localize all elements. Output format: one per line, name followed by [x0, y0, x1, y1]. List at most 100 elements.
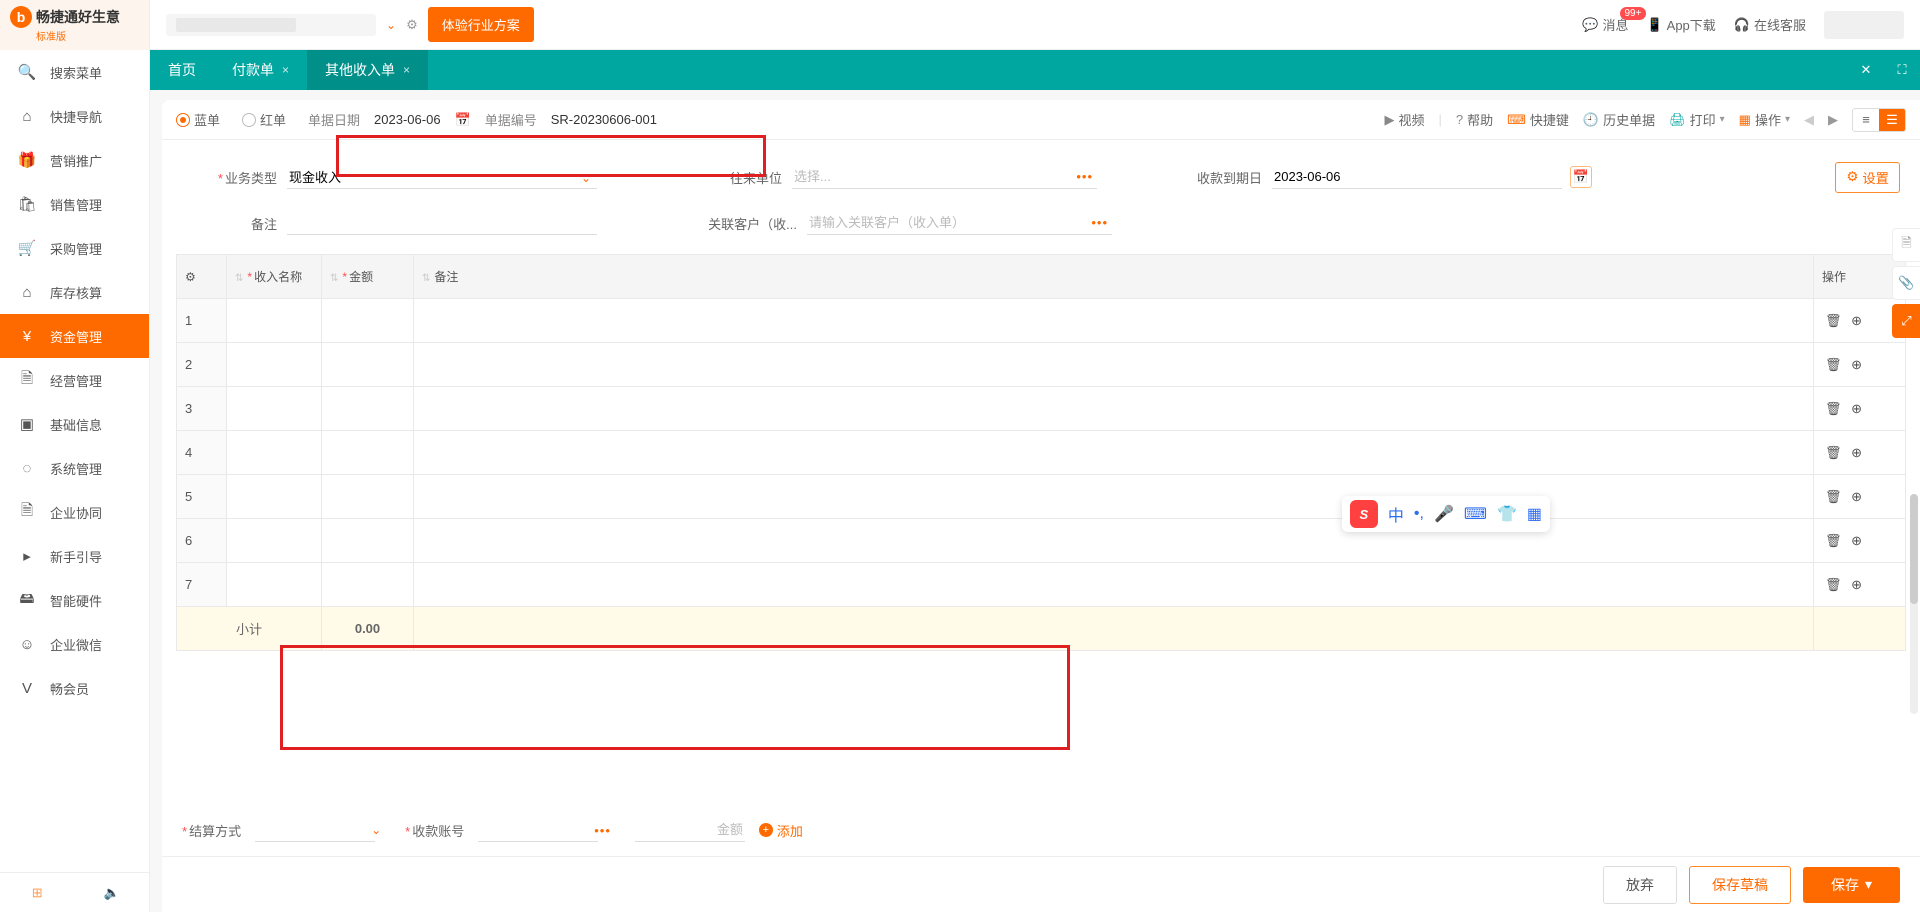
copy-icon[interactable]: ⊕: [1851, 357, 1862, 372]
sidebar-item-10[interactable]: 🗎企业协同: [0, 490, 149, 534]
prev-doc[interactable]: ◀: [1804, 112, 1814, 128]
operate-button[interactable]: ▦操作▾: [1739, 110, 1790, 129]
sidebar-grid-icon[interactable]: ⊞: [0, 873, 75, 912]
cell-amount[interactable]: [322, 519, 414, 563]
chevron-down-icon[interactable]: ⌄: [581, 171, 591, 185]
radio-blue[interactable]: 蓝单: [176, 110, 220, 129]
close-icon[interactable]: ×: [282, 63, 289, 77]
shortcut-link[interactable]: ⌨快捷键: [1507, 110, 1569, 129]
gutter-notes-icon[interactable]: 🗎: [1892, 228, 1920, 262]
view-list[interactable]: ≡: [1853, 109, 1879, 131]
gear-icon[interactable]: ⚙: [406, 17, 418, 33]
doc-date-value[interactable]: 2023-06-06: [374, 112, 441, 127]
sidebar-item-9[interactable]: ◌系统管理: [0, 446, 149, 490]
sidebar-item-11[interactable]: ▸新手引导: [0, 534, 149, 578]
more-icon[interactable]: •••: [1091, 215, 1108, 230]
header-income-name[interactable]: ⇅*收入名称: [227, 255, 322, 299]
more-icon[interactable]: •••: [594, 823, 611, 838]
cell-remark[interactable]: [414, 299, 1814, 343]
calendar-icon[interactable]: 📅: [1570, 166, 1592, 188]
delete-icon[interactable]: 🗑: [1825, 401, 1842, 416]
close-icon[interactable]: ×: [403, 63, 410, 77]
table-row[interactable]: 6 🗑 ⊕: [177, 519, 1906, 563]
cell-remark[interactable]: [414, 387, 1814, 431]
sidebar-item-12[interactable]: 🖴智能硬件: [0, 578, 149, 622]
tab-0[interactable]: 首页: [150, 50, 214, 90]
delete-icon[interactable]: 🗑: [1825, 533, 1842, 548]
cell-income-name[interactable]: [227, 563, 322, 607]
user-avatar[interactable]: [1824, 11, 1904, 39]
partner-input[interactable]: [792, 165, 1097, 189]
settings-button[interactable]: ⚙ 设置: [1835, 162, 1900, 193]
radio-red[interactable]: 红单: [242, 110, 286, 129]
messages-link[interactable]: 💬 消息 99+: [1582, 15, 1628, 34]
tab-2[interactable]: 其他收入单×: [307, 50, 428, 90]
due-date-input[interactable]: [1272, 165, 1562, 189]
company-select[interactable]: [166, 14, 376, 36]
cell-amount[interactable]: [322, 343, 414, 387]
tab-expand-icon[interactable]: ⛶: [1884, 62, 1920, 78]
vertical-scrollbar[interactable]: [1910, 494, 1918, 714]
download-link[interactable]: 📱 App下载: [1646, 15, 1715, 34]
biz-type-input[interactable]: [287, 165, 597, 189]
sidebar-sound-icon[interactable]: 🔈: [75, 873, 150, 912]
tab-close-all-icon[interactable]: ✕: [1848, 62, 1884, 78]
header-config[interactable]: ⚙: [177, 255, 227, 299]
header-amount[interactable]: ⇅*金额: [322, 255, 414, 299]
cell-income-name[interactable]: [227, 343, 322, 387]
ime-lang[interactable]: 中: [1388, 502, 1404, 526]
copy-icon[interactable]: ⊕: [1851, 401, 1862, 416]
more-icon[interactable]: •••: [1076, 169, 1093, 184]
settle-method-input[interactable]: [255, 818, 375, 842]
cell-amount[interactable]: [322, 431, 414, 475]
save-draft-button[interactable]: 保存草稿: [1689, 866, 1791, 904]
delete-icon[interactable]: 🗑: [1825, 577, 1842, 592]
copy-icon[interactable]: ⊕: [1851, 577, 1862, 592]
remark-input[interactable]: [287, 211, 597, 235]
sidebar-item-7[interactable]: 🗎经营管理: [0, 358, 149, 402]
settle-amount-input[interactable]: [635, 818, 745, 842]
cell-remark[interactable]: [414, 563, 1814, 607]
copy-icon[interactable]: ⊕: [1851, 445, 1862, 460]
next-doc[interactable]: ▶: [1828, 112, 1838, 128]
table-row[interactable]: 2 🗑 ⊕: [177, 343, 1906, 387]
company-caret-icon[interactable]: ⌄: [386, 18, 396, 32]
delete-icon[interactable]: 🗑: [1825, 445, 1842, 460]
history-link[interactable]: 🕘历史单据: [1583, 110, 1655, 129]
sidebar-item-8[interactable]: ▣基础信息: [0, 402, 149, 446]
cell-income-name[interactable]: [227, 431, 322, 475]
cell-income-name[interactable]: [227, 475, 322, 519]
copy-icon[interactable]: ⊕: [1851, 313, 1862, 328]
ime-keyboard-icon[interactable]: ⌨: [1464, 504, 1487, 524]
print-button[interactable]: 🖨打印▾: [1669, 110, 1725, 129]
discard-button[interactable]: 放弃: [1603, 866, 1677, 904]
table-row[interactable]: 1 🗑 ⊕: [177, 299, 1906, 343]
table-row[interactable]: 5 🗑 ⊕: [177, 475, 1906, 519]
cell-remark[interactable]: [414, 343, 1814, 387]
ime-punct-icon[interactable]: •,: [1414, 505, 1424, 523]
table-row[interactable]: 7 🗑 ⊕: [177, 563, 1906, 607]
sidebar-item-2[interactable]: 🎁营销推广: [0, 138, 149, 182]
cell-income-name[interactable]: [227, 519, 322, 563]
calendar-icon[interactable]: 📅: [455, 112, 471, 128]
sidebar-item-0[interactable]: 🔍搜索菜单: [0, 50, 149, 94]
cell-amount[interactable]: [322, 563, 414, 607]
tab-1[interactable]: 付款单×: [214, 50, 307, 90]
sidebar-item-14[interactable]: V畅会员: [0, 666, 149, 710]
delete-icon[interactable]: 🗑: [1825, 313, 1842, 328]
ime-skin-icon[interactable]: 👕: [1497, 504, 1517, 524]
view-detail[interactable]: ☰: [1879, 109, 1905, 131]
help-link[interactable]: ?帮助: [1456, 110, 1493, 129]
chevron-down-icon[interactable]: ⌄: [371, 823, 381, 837]
cell-income-name[interactable]: [227, 387, 322, 431]
ime-toolbar[interactable]: S 中 •, 🎤 ⌨ 👕 ▦: [1342, 496, 1550, 532]
gutter-attach-icon[interactable]: 📎: [1892, 266, 1920, 300]
cell-amount[interactable]: [322, 475, 414, 519]
sidebar-item-1[interactable]: ⌂快捷导航: [0, 94, 149, 138]
sidebar-item-3[interactable]: 🛍销售管理: [0, 182, 149, 226]
table-row[interactable]: 4 🗑 ⊕: [177, 431, 1906, 475]
ime-tool-icon[interactable]: ▦: [1527, 504, 1542, 524]
cell-income-name[interactable]: [227, 299, 322, 343]
cell-remark[interactable]: [414, 475, 1814, 519]
cell-remark[interactable]: [414, 519, 1814, 563]
